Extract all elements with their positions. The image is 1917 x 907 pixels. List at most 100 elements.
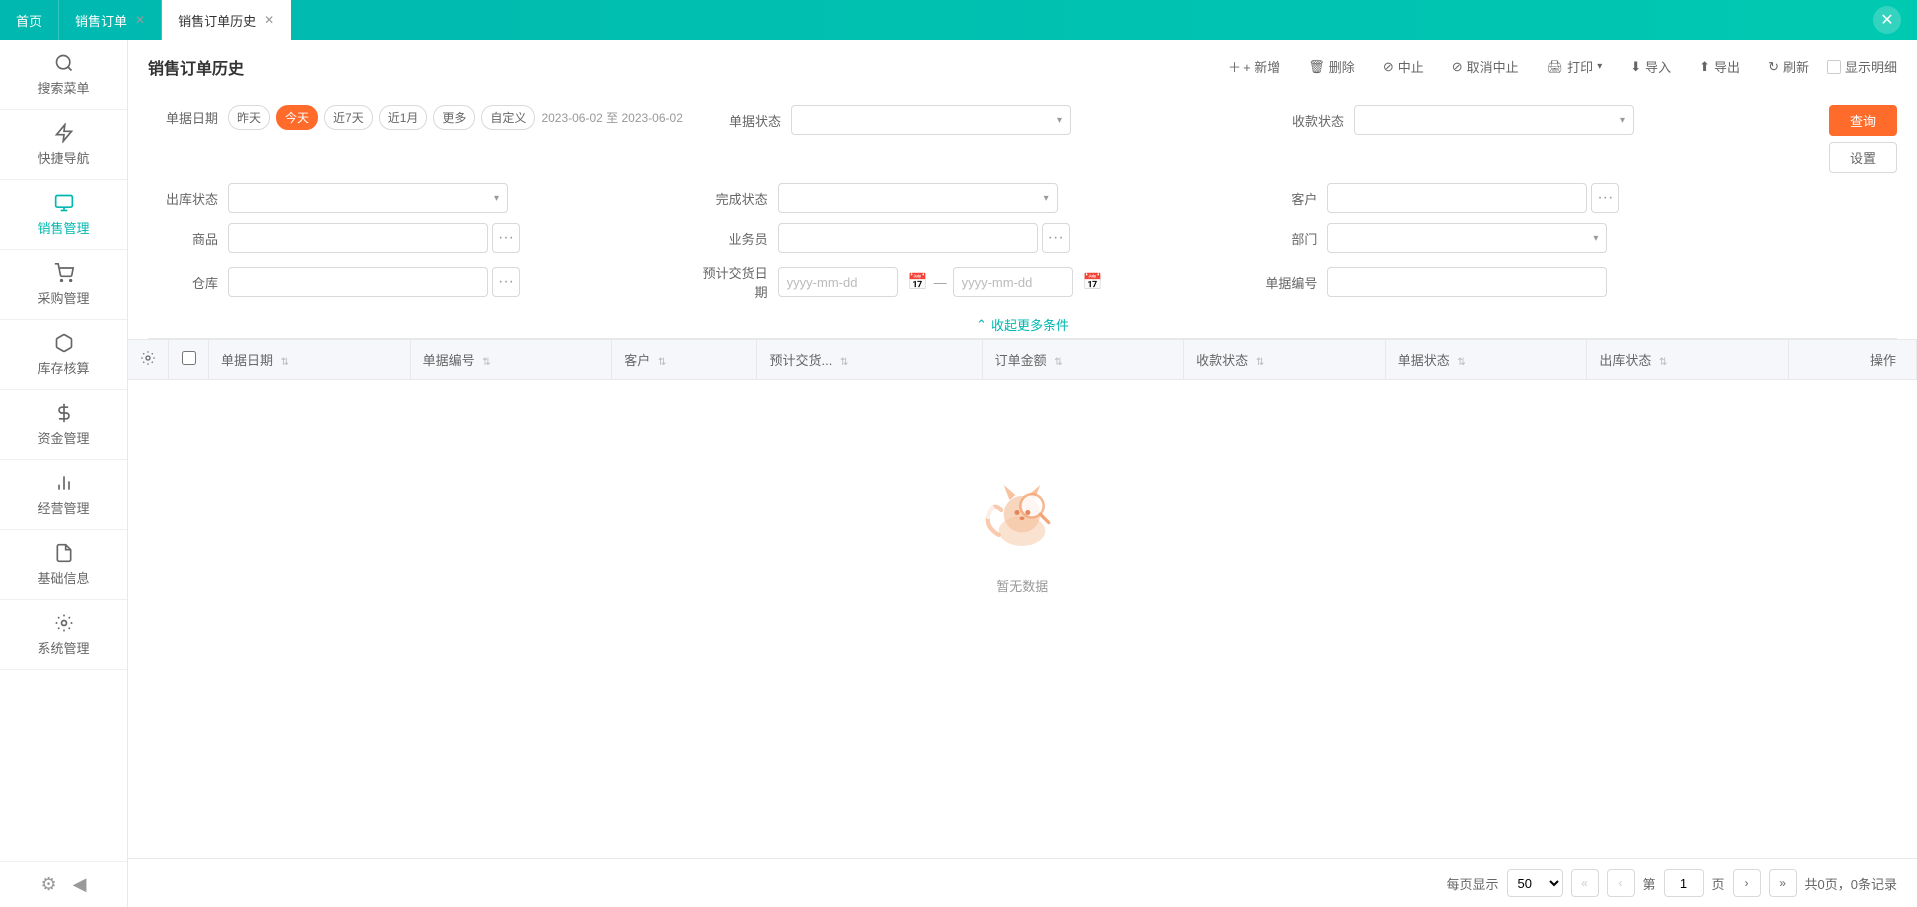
stop-button[interactable]: ⊘ 中止 xyxy=(1373,52,1434,81)
refresh-icon: ↻ xyxy=(1768,59,1779,75)
receipt-status-label: 收款状态 xyxy=(1274,111,1354,130)
print-button[interactable]: 🖨 打印 ▾ xyxy=(1537,52,1613,81)
print-icon: 🖨 xyxy=(1547,59,1564,75)
col-expected-delivery[interactable]: 预计交货... ⇅ xyxy=(757,340,982,380)
display-detail-checkbox[interactable] xyxy=(1827,60,1841,74)
col-outbound-status[interactable]: 出库状态 ⇅ xyxy=(1587,340,1789,380)
next-page-button[interactable]: › xyxy=(1733,869,1761,897)
operations-icon xyxy=(53,472,75,494)
data-table: 单据日期 ⇅ 单据编号 ⇅ 客户 ⇅ 预计交货... xyxy=(128,340,1917,675)
col-doc-status[interactable]: 单据状态 ⇅ xyxy=(1385,340,1587,380)
sidebar-item-search-menu[interactable]: 搜索菜单 xyxy=(0,40,127,110)
col-order-amount[interactable]: 订单金额 ⇅ xyxy=(982,340,1184,380)
new-button[interactable]: ＋ + 新增 xyxy=(1218,52,1290,81)
receipt-status-select[interactable]: ▾ xyxy=(1354,105,1634,135)
print-chevron-icon: ▾ xyxy=(1597,61,1602,72)
sidebar-item-purchase-mgmt[interactable]: 采购管理 xyxy=(0,250,127,320)
complete-status-arrow: ▾ xyxy=(1044,193,1049,204)
warehouse-input[interactable] xyxy=(228,267,488,297)
customer-label: 客户 xyxy=(1247,189,1327,208)
receipt-status-arrow: ▾ xyxy=(1620,115,1625,126)
sidebar-bottom: ⚙ ◀ xyxy=(0,861,127,907)
date-yesterday-btn[interactable]: 昨天 xyxy=(228,105,270,130)
goods-dots-btn[interactable]: ··· xyxy=(492,223,520,253)
sidebar-item-fund-mgmt[interactable]: 资金管理 xyxy=(0,390,127,460)
last-page-button[interactable]: » xyxy=(1769,869,1797,897)
action-btns: 查询 设置 xyxy=(1829,105,1897,173)
collapse-button[interactable]: ⌃ 收起更多条件 xyxy=(148,311,1897,338)
prev-page-button[interactable]: ‹ xyxy=(1607,869,1635,897)
date-control: 昨天 今天 近7天 近1月 更多 自定义 2023-06-02 至 2023-0… xyxy=(228,105,683,130)
tab-home[interactable]: 首页 xyxy=(0,0,59,40)
date-today-btn[interactable]: 今天 xyxy=(276,105,318,130)
col-settings[interactable] xyxy=(128,340,169,380)
tab-sales-order-history[interactable]: 销售订单历史 ✕ xyxy=(162,0,291,40)
tab-sales-order[interactable]: 销售订单 ✕ xyxy=(59,0,162,40)
col-customer[interactable]: 客户 ⇅ xyxy=(612,340,757,380)
department-label: 部门 xyxy=(1247,229,1327,248)
page-title: 销售订单历史 xyxy=(148,55,244,79)
salesperson-input[interactable] xyxy=(778,223,1038,253)
import-button[interactable]: ⬇ 导入 xyxy=(1620,52,1681,81)
customer-input[interactable] xyxy=(1327,183,1587,213)
outbound-status-select[interactable]: ▾ xyxy=(228,183,508,213)
col-date[interactable]: 单据日期 ⇅ xyxy=(209,340,411,380)
delete-button[interactable]: 🗑 删除 xyxy=(1298,52,1365,81)
main-layout: 搜索菜单 快捷导航 销售管理 xyxy=(0,40,1917,907)
col-receipt-status[interactable]: 收款状态 ⇅ xyxy=(1184,340,1386,380)
select-all-checkbox[interactable] xyxy=(182,351,196,365)
expected-delivery-start[interactable]: yyyy-mm-dd xyxy=(778,267,898,297)
sidebar-settings-icon[interactable]: ⚙ xyxy=(41,874,57,895)
date-7days-btn[interactable]: 近7天 xyxy=(324,105,373,130)
sidebar-collapse-icon[interactable]: ◀ xyxy=(73,874,87,895)
pagination-bar: 每页显示 50 10 20 100 « ‹ 第 页 › » 共0页，0条记录 xyxy=(128,858,1917,907)
date-custom-btn[interactable]: 自定义 xyxy=(481,105,535,130)
sidebar-item-sales-mgmt[interactable]: 销售管理 xyxy=(0,180,127,250)
complete-status-select[interactable]: ▾ xyxy=(778,183,1058,213)
sidebar-item-quick-nav[interactable]: 快捷导航 xyxy=(0,110,127,180)
doc-number-label: 单据编号 xyxy=(1247,273,1327,292)
cancel-stop-button[interactable]: ⊘ 取消中止 xyxy=(1442,52,1529,81)
goods-label: 商品 xyxy=(148,229,228,248)
salesperson-dots-btn[interactable]: ··· xyxy=(1042,223,1070,253)
warehouse-dots-btn[interactable]: ··· xyxy=(492,267,520,297)
receipt-status-sort-icon: ⇅ xyxy=(1256,357,1264,368)
status-select[interactable]: ▾ xyxy=(791,105,1071,135)
close-sales-order-history-tab[interactable]: ✕ xyxy=(264,13,274,27)
table-area: 单据日期 ⇅ 单据编号 ⇅ 客户 ⇅ 预计交货... xyxy=(128,340,1917,858)
first-page-button[interactable]: « xyxy=(1571,869,1599,897)
date-range-icon2: 📅 xyxy=(1083,272,1103,292)
date-more-btn[interactable]: 更多 xyxy=(433,105,475,130)
sidebar-item-inventory[interactable]: 库存核算 xyxy=(0,320,127,390)
page-number-input[interactable] xyxy=(1664,869,1704,897)
page-header: 销售订单历史 ＋ + 新增 🗑 删除 ⊘ 中止 ⊘ xyxy=(128,40,1917,340)
window-close-button[interactable]: ✕ xyxy=(1873,6,1901,34)
page-label: 第 xyxy=(1643,874,1656,893)
new-icon: ＋ xyxy=(1228,57,1241,76)
query-button[interactable]: 查询 xyxy=(1829,105,1897,136)
col-number[interactable]: 单据编号 ⇅ xyxy=(410,340,612,380)
collapse-up-icon: ⌃ xyxy=(976,317,987,333)
sidebar-item-system-mgmt[interactable]: 系统管理 xyxy=(0,600,127,670)
export-button[interactable]: ⬆ 导出 xyxy=(1689,52,1750,81)
col-checkbox[interactable] xyxy=(169,340,209,380)
doc-number-input[interactable] xyxy=(1327,267,1607,297)
goods-input[interactable] xyxy=(228,223,488,253)
empty-text: 暂无数据 xyxy=(996,576,1048,595)
set-button[interactable]: 设置 xyxy=(1829,142,1897,173)
sales-mgmt-icon xyxy=(53,192,75,214)
department-select[interactable]: ▾ xyxy=(1327,223,1607,253)
refresh-button[interactable]: ↻ 刷新 xyxy=(1758,52,1819,81)
date-dash: — xyxy=(934,275,947,290)
outbound-status-label: 出库状态 xyxy=(148,189,228,208)
customer-dots-btn[interactable]: ··· xyxy=(1591,183,1619,213)
order-amount-sort-icon: ⇅ xyxy=(1054,357,1062,368)
close-sales-order-tab[interactable]: ✕ xyxy=(135,13,145,27)
cancel-stop-icon: ⊘ xyxy=(1452,59,1463,75)
expected-delivery-end[interactable]: yyyy-mm-dd xyxy=(953,267,1073,297)
sidebar-item-operations[interactable]: 经营管理 xyxy=(0,460,127,530)
display-detail-checkbox-label[interactable]: 显示明细 xyxy=(1827,57,1897,76)
sidebar-item-basic-info[interactable]: 基础信息 xyxy=(0,530,127,600)
date-1month-btn[interactable]: 近1月 xyxy=(379,105,428,130)
per-page-select[interactable]: 50 10 20 100 xyxy=(1507,869,1563,897)
